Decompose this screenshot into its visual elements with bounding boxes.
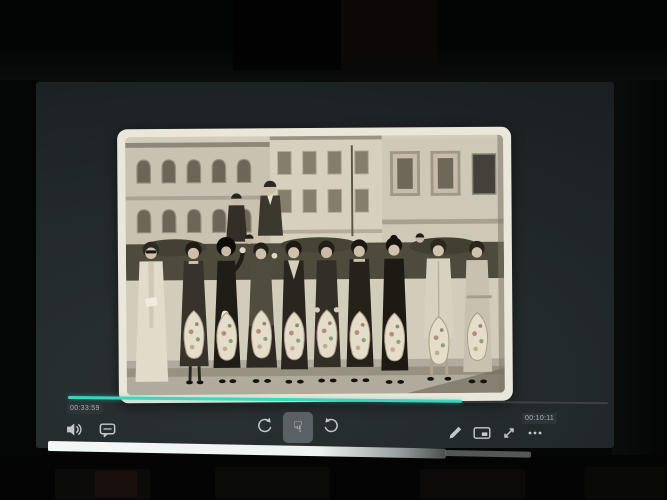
more-ellipsis-icon (527, 425, 543, 446)
remaining-time: 00:10:11 (522, 413, 558, 425)
elapsed-time: 00:33:59 (67, 403, 103, 415)
pointer-hand-icon: ☟ (293, 418, 303, 436)
controls-center: ☟ (256, 412, 340, 443)
historical-photo (125, 134, 505, 396)
pencil-icon (447, 425, 463, 446)
room-background-left (0, 80, 38, 460)
volume-button[interactable] (66, 421, 83, 443)
pointer-tool-button[interactable]: ☟ (283, 412, 313, 443)
more-button[interactable] (527, 425, 543, 446)
undo-rotate-icon (256, 416, 274, 439)
room-background-bottom (0, 455, 667, 500)
desk-silhouette (420, 469, 525, 499)
pip-button[interactable] (473, 425, 491, 446)
desk-silhouette (95, 471, 137, 497)
controls-right (447, 425, 543, 446)
chat-bubble-icon (99, 421, 116, 443)
volume-icon (66, 421, 83, 443)
picture-in-picture-icon (473, 425, 491, 446)
room-dark-doorway (233, 0, 341, 70)
expand-button[interactable] (501, 425, 517, 446)
video-player-screen: 00:33:59 00:10:11 ☟ (36, 82, 614, 448)
desk-silhouette (215, 467, 330, 499)
projected-photo (117, 126, 513, 404)
controls-left (66, 421, 116, 443)
redo-rotate-icon (322, 416, 340, 439)
subtitles-button[interactable] (99, 421, 116, 443)
desk-silhouette (585, 467, 665, 499)
edit-button[interactable] (447, 425, 463, 446)
redo-button[interactable] (322, 416, 340, 439)
expand-diagonal-icon (501, 425, 517, 446)
room-background-right (612, 80, 667, 460)
room-wall-shadow (341, 0, 437, 66)
undo-button[interactable] (256, 416, 274, 439)
